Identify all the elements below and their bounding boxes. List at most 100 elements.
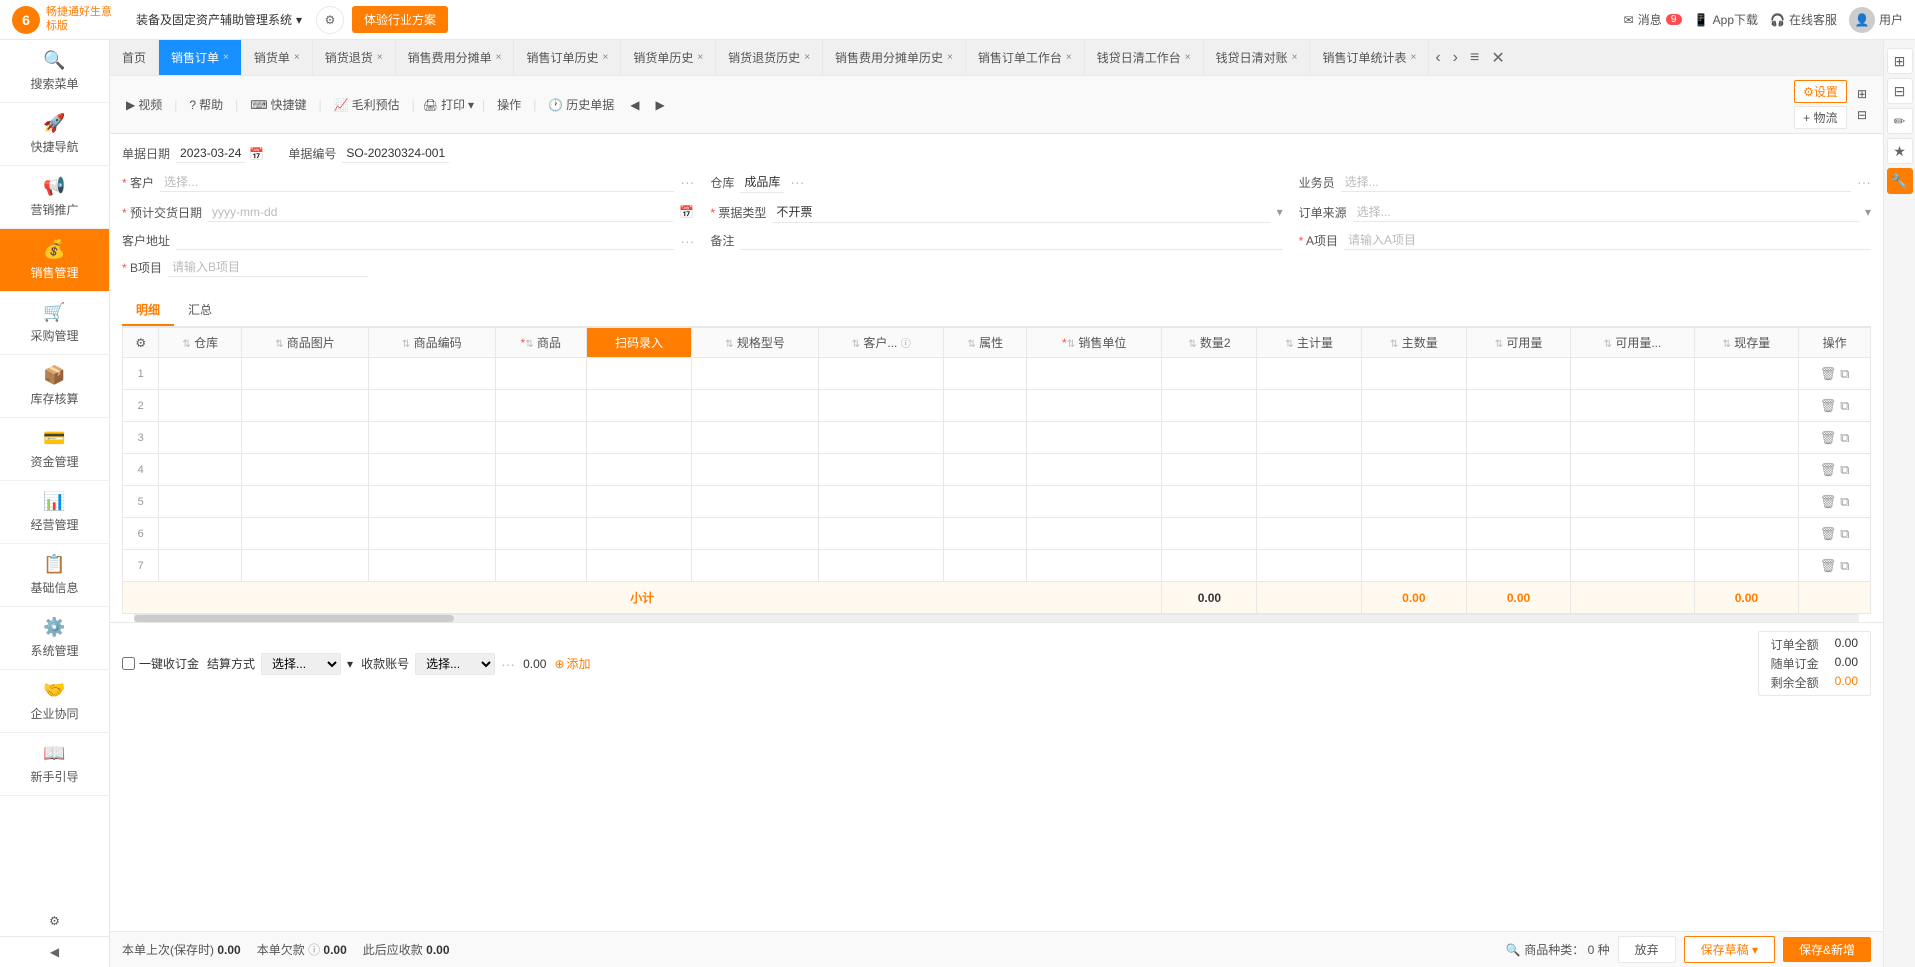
message-button[interactable]: ✉ 消息 9 [1624, 11, 1682, 28]
delete-row-icon[interactable]: 🗑 [1820, 430, 1837, 446]
tab-close-icon[interactable]: × [1066, 52, 1072, 63]
receipt-account-select[interactable]: 选择... [415, 653, 495, 675]
discard-button[interactable]: 放弃 [1618, 936, 1676, 963]
order-source-input[interactable] [1353, 203, 1859, 222]
tab-sales-stats[interactable]: 销售订单统计表 × [1310, 40, 1429, 75]
delete-row-icon[interactable]: 🗑 [1820, 366, 1837, 382]
tab-close-icon[interactable]: × [804, 52, 810, 63]
account-expand-icon[interactable]: ··· [501, 656, 515, 672]
copy-row-icon[interactable]: ⧉ [1840, 558, 1849, 574]
address-expand-icon[interactable]: ··· [680, 233, 694, 249]
profit-forecast-btn[interactable]: 📈 毛利预估 [330, 94, 404, 115]
tab-detail[interactable]: 明细 [122, 295, 174, 326]
delete-row-icon[interactable]: 🗑 [1820, 558, 1837, 574]
sidebar-item-inventory[interactable]: 📦 库存核算 [0, 355, 109, 418]
tab-close-icon[interactable]: × [294, 52, 300, 63]
scrollbar-thumb[interactable] [134, 615, 454, 622]
tab-sales-invoice[interactable]: 销货单 × [242, 40, 313, 75]
shortcut-btn[interactable]: ⌨ 快捷键 [246, 94, 310, 115]
tab-expense-history[interactable]: 销售费用分摊单历史 × [823, 40, 966, 75]
table-scroll-area[interactable]: ⚙ ⇅ 仓库 ⇅ 商品图片 ⇅ 商品编码 *⇅ 商品 扫码录入 ⇅ 规格型号 ⇅… [122, 327, 1871, 614]
calendar-icon[interactable]: 📅 [249, 147, 264, 161]
right-tool-grid-btn[interactable]: ⊞ [1887, 48, 1913, 74]
tab-close-icon[interactable]: × [223, 52, 229, 63]
copy-row-icon[interactable]: ⧉ [1840, 366, 1849, 382]
customer-address-input[interactable] [176, 231, 674, 250]
sidebar-item-system[interactable]: ⚙️ 系统管理 [0, 607, 109, 670]
tab-sales-order[interactable]: 销售订单 × [159, 40, 242, 75]
save-draft-button[interactable]: 保存草稿 ▾ [1684, 936, 1775, 963]
customer-input[interactable] [160, 173, 674, 192]
tab-close-icon[interactable]: × [602, 52, 608, 63]
tab-close-icon[interactable]: × [697, 52, 703, 63]
tab-menu-btn[interactable]: ≡ [1464, 40, 1485, 75]
delete-row-icon[interactable]: 🗑 [1820, 462, 1837, 478]
tab-nav-next[interactable]: › [1447, 40, 1464, 75]
tab-close-icon[interactable]: × [1292, 52, 1298, 63]
operations-btn[interactable]: 操作 [493, 94, 525, 115]
settings-button[interactable]: ⚙ [316, 6, 344, 34]
print-btn[interactable]: 🖨 打印 ▾ [423, 96, 474, 113]
salesperson-input[interactable] [1341, 173, 1851, 192]
right-tool-list-btn[interactable]: ⊟ [1887, 78, 1913, 104]
dropdown-icon2[interactable]: ▾ [1865, 205, 1871, 219]
right-tool-edit-btn[interactable]: ✏ [1887, 108, 1913, 134]
sidebar-item-operations[interactable]: 📊 经营管理 [0, 481, 109, 544]
add-button[interactable]: ⊕ 添加 [554, 655, 590, 672]
sidebar-item-finance[interactable]: 💳 资金管理 [0, 418, 109, 481]
table-scrollbar[interactable] [134, 614, 1859, 622]
delivery-date-input[interactable] [208, 203, 673, 222]
tab-close-icon[interactable]: × [947, 52, 953, 63]
copy-row-icon[interactable]: ⧉ [1840, 526, 1849, 542]
solution-button[interactable]: 体验行业方案 [352, 6, 448, 33]
b-project-input[interactable] [168, 258, 368, 277]
sidebar-settings-button[interactable]: ⚙ [0, 906, 109, 936]
copy-row-icon[interactable]: ⧉ [1840, 430, 1849, 446]
calendar-icon2[interactable]: 📅 [679, 205, 694, 219]
delete-row-icon[interactable]: 🗑 [1820, 494, 1837, 510]
warehouse-expand-icon[interactable]: ··· [790, 174, 804, 190]
salesperson-expand-icon[interactable]: ··· [1857, 174, 1871, 190]
copy-row-icon[interactable]: ⧉ [1840, 462, 1849, 478]
sidebar-item-guide[interactable]: 📖 新手引导 [0, 733, 109, 796]
tab-daily-clear-reconcile[interactable]: 钱贷日清对账 × [1204, 40, 1311, 75]
a-project-input[interactable] [1344, 231, 1871, 250]
copy-row-icon[interactable]: ⧉ [1840, 494, 1849, 510]
sidebar-item-sales[interactable]: 💰 销售管理 [0, 229, 109, 292]
save-new-button[interactable]: 保存&新增 [1783, 937, 1871, 962]
tab-summary[interactable]: 汇总 [174, 295, 226, 326]
settlement-select[interactable]: 选择... [261, 653, 341, 675]
sidebar-item-purchase[interactable]: 🛒 采购管理 [0, 292, 109, 355]
tab-nav-prev[interactable]: ‹ [1429, 40, 1446, 75]
tab-daily-clear-workbench[interactable]: 钱贷日清工作台 × [1085, 40, 1204, 75]
tab-sales-order-history[interactable]: 销售订单历史 × [514, 40, 621, 75]
remarks-input[interactable] [740, 231, 1282, 250]
tab-return-history[interactable]: 销货退货历史 × [716, 40, 823, 75]
setup-button[interactable]: ⚙设置 [1794, 80, 1847, 103]
right-tool-orange-btn[interactable]: 🔧 [1887, 168, 1913, 194]
online-service-button[interactable]: 🎧 在线客服 [1770, 11, 1837, 28]
customer-expand-icon[interactable]: ··· [680, 174, 694, 190]
tab-invoice-history[interactable]: 销货单历史 × [621, 40, 716, 75]
user-menu[interactable]: 👤 用户 [1849, 7, 1903, 33]
tab-sales-workbench[interactable]: 销售订单工作台 × [966, 40, 1085, 75]
col-settings[interactable]: ⚙ [123, 328, 159, 358]
card-view-btn[interactable]: ⊟ [1853, 106, 1871, 124]
tab-home[interactable]: 首页 [110, 40, 159, 75]
sidebar-item-collab[interactable]: 🤝 企业协同 [0, 670, 109, 733]
col-scan[interactable]: 扫码录入 [586, 328, 691, 358]
tab-sales-expense[interactable]: 销售费用分摊单 × [396, 40, 515, 75]
nav-next-btn[interactable]: ▶ [652, 96, 669, 114]
sidebar-item-marketing[interactable]: 📢 营销推广 [0, 166, 109, 229]
sidebar-collapse-button[interactable]: ◀ [0, 936, 109, 967]
delete-row-icon[interactable]: 🗑 [1820, 526, 1837, 542]
help-btn[interactable]: ? 帮助 [185, 94, 227, 115]
tab-close-icon[interactable]: × [377, 52, 383, 63]
tab-close-all-btn[interactable]: ✕ [1485, 40, 1510, 75]
tab-close-icon[interactable]: × [1185, 52, 1191, 63]
view-btn[interactable]: ▶ 视频 [122, 94, 166, 115]
delete-row-icon[interactable]: 🗑 [1820, 398, 1837, 414]
right-tool-star-btn[interactable]: ★ [1887, 138, 1913, 164]
app-download-button[interactable]: 📱 App下载 [1694, 11, 1758, 28]
history-btn[interactable]: 🕐 历史单据 [544, 94, 618, 115]
